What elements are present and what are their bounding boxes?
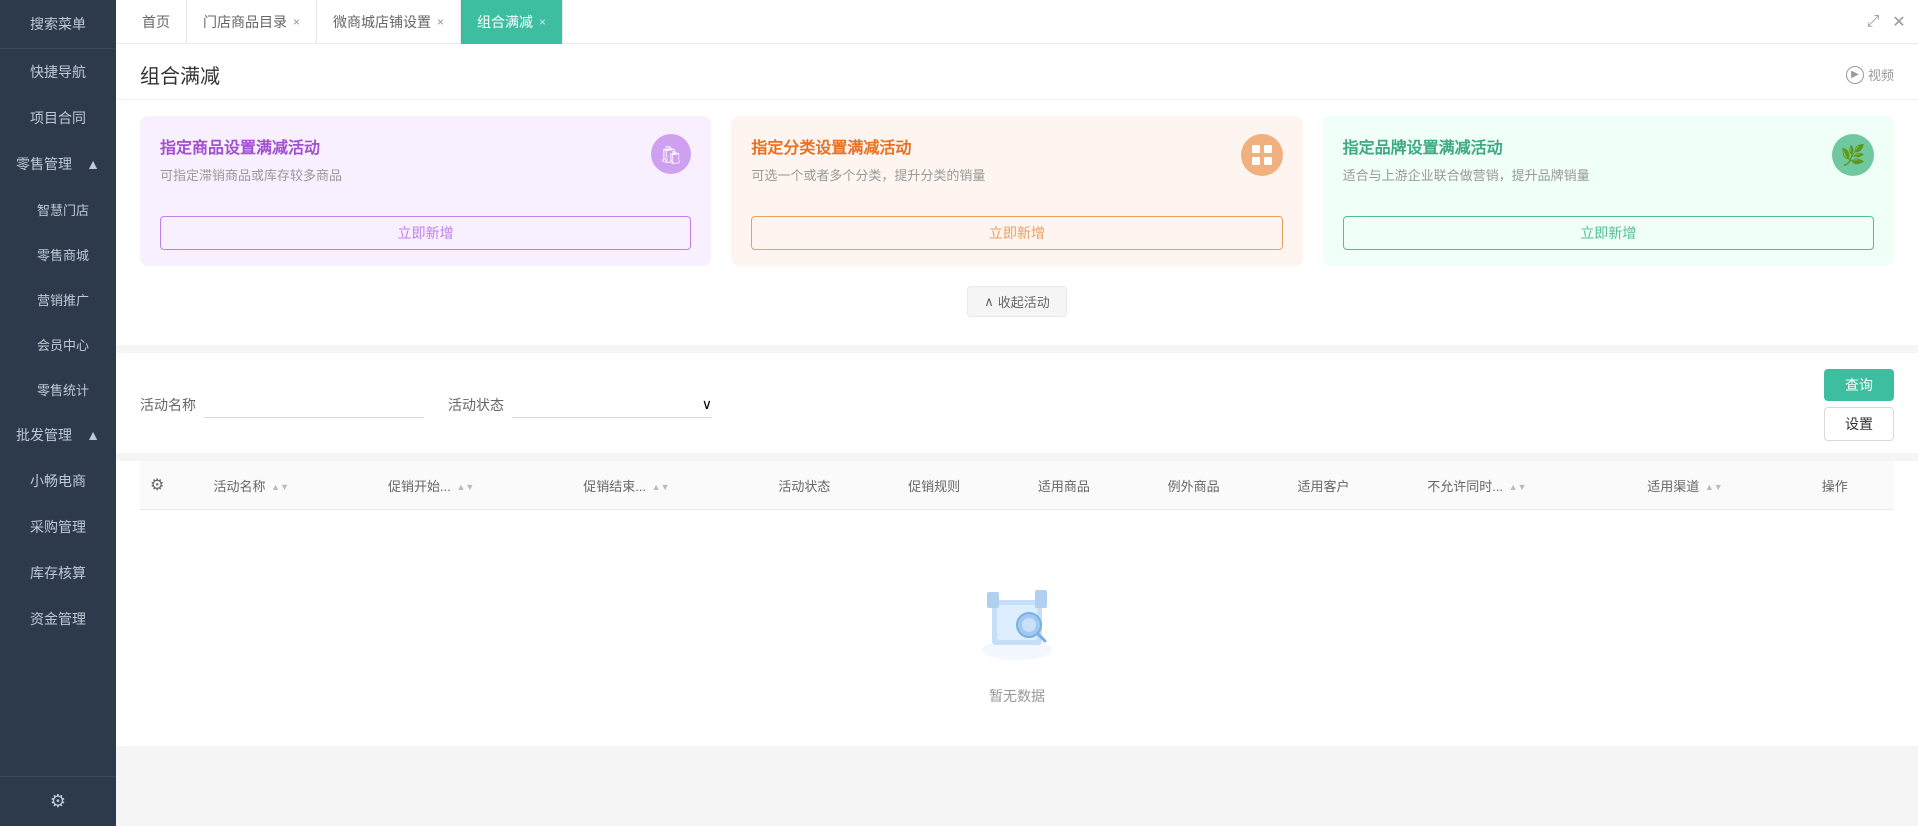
settings-button[interactable]: 设置 <box>1824 407 1894 441</box>
column-settings-btn[interactable]: ⚙ <box>148 473 166 497</box>
sidebar-item-project-contract[interactable]: 项目合同 <box>0 95 116 141</box>
col-activity-status: 活动状态 <box>770 461 900 510</box>
video-link[interactable]: ▶ 视频 <box>1846 65 1894 84</box>
filter-buttons: 查询 设置 <box>1824 369 1894 441</box>
empty-state: 暂无数据 <box>140 510 1894 746</box>
tab-wechat-store-settings[interactable]: 微商城店铺设置 × <box>317 0 461 44</box>
sidebar-item-retail-stats[interactable]: 零售统计 <box>0 367 116 412</box>
table-section: ⚙ 活动名称 ▲▼ 促销开始... ▲▼ 促销结束... <box>116 461 1918 746</box>
data-table: ⚙ 活动名称 ▲▼ 促销开始... ▲▼ 促销结束... <box>140 461 1894 510</box>
card-category-title: 指定分类设置满减活动 <box>751 134 1282 158</box>
cards-row: 指定商品设置满减活动 可指定滞销商品或库存较多商品 🛍 立即新增 指定分类设置满… <box>140 116 1894 266</box>
empty-state-text: 暂无数据 <box>989 686 1045 706</box>
sidebar-item-smart-store[interactable]: 智慧门店 <box>0 187 116 232</box>
card-category-btn[interactable]: 立即新增 <box>751 216 1282 250</box>
tab-bar: 首页 门店商品目录 × 微商城店铺设置 × 组合满减 × ⤢ ✕ <box>116 0 1918 44</box>
col-applicable-customers: 适用客户 <box>1289 461 1419 510</box>
card-product-desc: 可指定滞销商品或库存较多商品 <box>160 166 691 202</box>
sidebar-item-inventory-calc[interactable]: 库存核算 <box>0 550 116 596</box>
filter-activity-status-group: 活动状态 ∨ <box>448 392 712 418</box>
collapse-bar: ∧ 收起活动 <box>140 278 1894 329</box>
tab-store-catalog[interactable]: 门店商品目录 × <box>187 0 317 44</box>
col-applicable-channel[interactable]: 适用渠道 ▲▼ <box>1639 461 1814 510</box>
filter-activity-status-label: 活动状态 <box>448 395 504 415</box>
col-gear: ⚙ <box>140 461 206 510</box>
card-product-icon: 🛍 <box>651 134 691 181</box>
query-button[interactable]: 查询 <box>1824 369 1894 401</box>
page-title: 组合满减 <box>140 60 220 89</box>
filter-activity-status-select[interactable]: ∨ <box>512 392 712 418</box>
sidebar-item-wholesale-management[interactable]: 批发管理 ▲ <box>0 412 116 458</box>
card-category-icon <box>1241 134 1283 183</box>
sidebar-item-retail-mall[interactable]: 零售商城 <box>0 232 116 277</box>
filter-activity-name-input[interactable] <box>204 393 424 418</box>
card-category-desc: 可选一个或者多个分类，提升分类的销量 <box>751 166 1282 202</box>
collapse-activity-btn[interactable]: ∧ 收起活动 <box>967 286 1067 317</box>
sidebar-settings[interactable]: ⚙ <box>0 776 116 826</box>
card-brand-title: 指定品牌设置满减活动 <box>1343 134 1874 158</box>
sort-icon-promo-start: ▲▼ <box>457 482 475 492</box>
card-brand-icon: 🌿 <box>1832 134 1874 183</box>
card-product: 指定商品设置满减活动 可指定滞销商品或库存较多商品 🛍 立即新增 <box>140 116 711 266</box>
play-icon: ▶ <box>1846 66 1864 84</box>
maximize-button[interactable]: ⤢ <box>1864 13 1882 31</box>
sidebar-item-member-center[interactable]: 会员中心 <box>0 322 116 367</box>
card-category: 指定分类设置满减活动 可选一个或者多个分类，提升分类的销量 立即新增 <box>731 116 1302 266</box>
sort-icon-activity-name: ▲▼ <box>271 482 289 492</box>
tab-combo-discount[interactable]: 组合满减 × <box>461 0 563 44</box>
col-promo-rule: 促销规则 <box>900 461 1030 510</box>
window-controls: ⤢ ✕ <box>1864 13 1908 31</box>
tab-close-combo-discount[interactable]: × <box>539 15 546 29</box>
tab-close-store-catalog[interactable]: × <box>293 15 300 29</box>
col-activity-name[interactable]: 活动名称 ▲▼ <box>206 461 381 510</box>
sidebar-item-small-ecommerce[interactable]: 小畅电商 <box>0 458 116 504</box>
main-area: 首页 门店商品目录 × 微商城店铺设置 × 组合满减 × ⤢ ✕ 组合满减 ▶ … <box>116 0 1918 826</box>
sidebar-item-purchase-management[interactable]: 采购管理 <box>0 504 116 550</box>
sort-icon-channel: ▲▼ <box>1705 482 1723 492</box>
card-brand: 指定品牌设置满减活动 适合与上游企业联合做营销，提升品牌销量 🌿 立即新增 <box>1323 116 1894 266</box>
sidebar-search[interactable]: 搜索菜单 <box>0 0 116 49</box>
sidebar-item-retail-management[interactable]: 零售管理 ▲ <box>0 141 116 187</box>
table-wrap: ⚙ 活动名称 ▲▼ 促销开始... ▲▼ 促销结束... <box>140 461 1894 510</box>
card-brand-btn[interactable]: 立即新增 <box>1343 216 1874 250</box>
card-brand-desc: 适合与上游企业联合做营销，提升品牌销量 <box>1343 166 1874 202</box>
sidebar-item-finance-management[interactable]: 资金管理 <box>0 596 116 642</box>
page-header: 组合满减 ▶ 视频 <box>116 44 1918 100</box>
empty-state-icon <box>967 570 1067 670</box>
svg-text:🛍: 🛍 <box>660 145 683 165</box>
collapse-icon: ∧ <box>984 294 994 310</box>
dropdown-arrow-icon: ∨ <box>702 396 712 413</box>
col-exception-products: 例外商品 <box>1160 461 1290 510</box>
sort-icon-promo-end: ▲▼ <box>652 482 670 492</box>
settings-icon: ⚙ <box>50 791 66 811</box>
filter-activity-name-group: 活动名称 <box>140 393 424 418</box>
expand-arrow-icon-wholesale: ▲ <box>86 427 100 443</box>
sidebar: 搜索菜单 快捷导航 项目合同 零售管理 ▲ 智慧门店 零售商城 营销推广 会员中… <box>0 0 116 826</box>
page-content: 组合满减 ▶ 视频 指定商品设置满减活动 可指定滞销商品或库存较多商品 🛍 <box>116 44 1918 826</box>
col-promo-start[interactable]: 促销开始... ▲▼ <box>380 461 575 510</box>
col-not-allow-concurrent[interactable]: 不允许同时... ▲▼ <box>1419 461 1639 510</box>
cards-section: 指定商品设置满减活动 可指定滞销商品或库存较多商品 🛍 立即新增 指定分类设置满… <box>116 100 1918 345</box>
filter-section: 活动名称 活动状态 ∨ 查询 设置 <box>116 353 1918 453</box>
tab-home[interactable]: 首页 <box>126 0 187 44</box>
col-promo-end[interactable]: 促销结束... ▲▼ <box>575 461 770 510</box>
sidebar-item-quick-nav[interactable]: 快捷导航 <box>0 49 116 95</box>
card-product-title: 指定商品设置满减活动 <box>160 134 691 158</box>
expand-arrow-icon: ▲ <box>86 156 100 172</box>
tab-close-wechat-store[interactable]: × <box>437 15 444 29</box>
sort-icon-concurrent: ▲▼ <box>1509 482 1527 492</box>
col-operations: 操作 <box>1814 461 1894 510</box>
table-header-row: ⚙ 活动名称 ▲▼ 促销开始... ▲▼ 促销结束... <box>140 461 1894 510</box>
close-button[interactable]: ✕ <box>1890 13 1908 31</box>
filter-activity-name-label: 活动名称 <box>140 395 196 415</box>
col-applicable-products: 适用商品 <box>1030 461 1160 510</box>
sidebar-item-marketing[interactable]: 营销推广 <box>0 277 116 322</box>
svg-text:🌿: 🌿 <box>1841 143 1866 167</box>
card-product-btn[interactable]: 立即新增 <box>160 216 691 250</box>
